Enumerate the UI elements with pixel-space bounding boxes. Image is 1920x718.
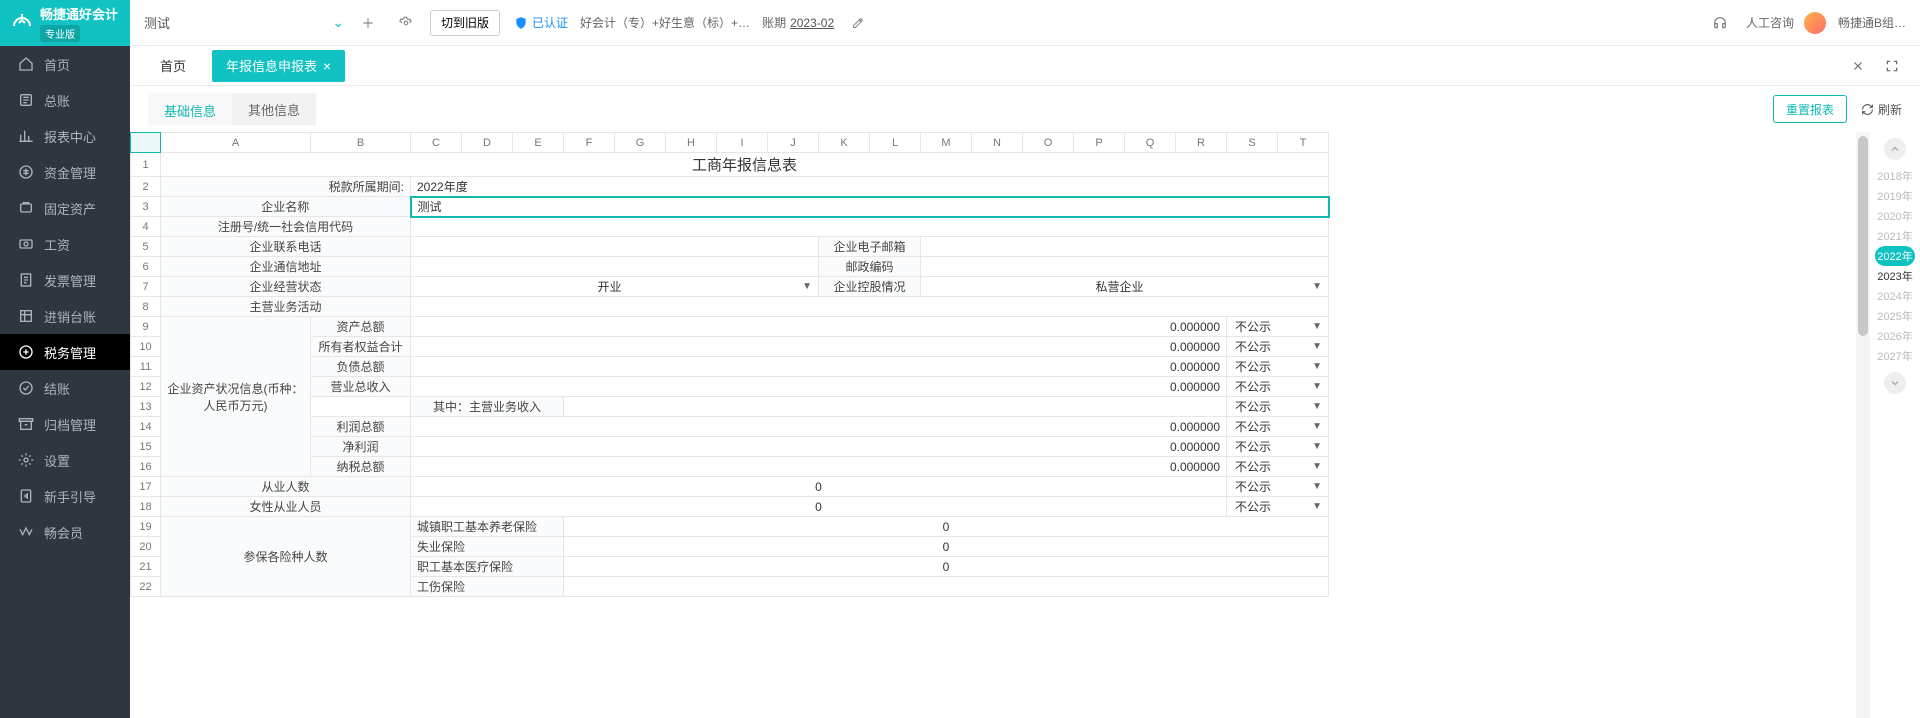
holding-select[interactable]: 私营企业▼ bbox=[921, 277, 1329, 297]
sidebar-item-reports[interactable]: 报表中心 bbox=[0, 118, 130, 154]
refresh-button[interactable]: 刷新 bbox=[1861, 101, 1902, 118]
edit-period-button[interactable] bbox=[844, 9, 872, 37]
sidebar-item-ledger[interactable]: 总账 bbox=[0, 82, 130, 118]
sidebar-item-archive[interactable]: 归档管理 bbox=[0, 406, 130, 442]
sidebar-item-stock[interactable]: 进销台账 bbox=[0, 298, 130, 334]
topbar: 测试 ⌄ 切到旧版 已认证 好会计（专）+好生意（标）+… 账期 2023-02… bbox=[130, 0, 1920, 46]
guide-icon bbox=[18, 488, 34, 504]
tabstrip: 首页 年报信息申报表 × bbox=[130, 46, 1920, 86]
year-2022年[interactable]: 2022年 bbox=[1875, 246, 1915, 266]
reset-report-button[interactable]: 重置报表 bbox=[1773, 95, 1847, 123]
scrollbar-thumb[interactable] bbox=[1858, 136, 1868, 336]
stock-icon bbox=[18, 308, 34, 324]
year-2020年[interactable]: 2020年 bbox=[1875, 206, 1915, 226]
sidebar-item-funds[interactable]: 资金管理 bbox=[0, 154, 130, 190]
sidebar-item-vip[interactable]: 畅会员 bbox=[0, 514, 130, 550]
tax-icon bbox=[18, 344, 34, 360]
year-up-button[interactable] bbox=[1884, 138, 1906, 160]
company-name: 测试 bbox=[144, 13, 170, 32]
sidebar-item-tax[interactable]: 税务管理 bbox=[0, 334, 130, 370]
insurance-section-header: 参保各险种人数 bbox=[161, 517, 411, 597]
sidebar-item-guide[interactable]: 新手引导 bbox=[0, 478, 130, 514]
close-icon bbox=[18, 380, 34, 396]
avatar[interactable] bbox=[1804, 12, 1826, 34]
chevron-down-icon: ⌄ bbox=[332, 14, 344, 31]
headset-icon[interactable] bbox=[1706, 9, 1734, 37]
year-2025年[interactable]: 2025年 bbox=[1875, 306, 1915, 326]
period-label: 账期 bbox=[762, 14, 786, 31]
spreadsheet[interactable]: ABCDEFGHIJKLMNOPQRST1工商年报信息表2税款所属期间:2022… bbox=[130, 132, 1870, 718]
home-icon bbox=[18, 56, 34, 72]
disclose-3[interactable]: 不公示▼ bbox=[1227, 377, 1329, 397]
status-select[interactable]: 开业▼ bbox=[411, 277, 819, 297]
subtab-other[interactable]: 其他信息 bbox=[232, 93, 316, 125]
brand-name: 畅捷通好会计 bbox=[40, 4, 118, 23]
disclose-sub[interactable]: 不公示▼ bbox=[1227, 397, 1329, 417]
disclose-6[interactable]: 不公示▼ bbox=[1227, 457, 1329, 477]
year-2019年[interactable]: 2019年 bbox=[1875, 186, 1915, 206]
salary-icon bbox=[18, 236, 34, 252]
year-2018年[interactable]: 2018年 bbox=[1875, 166, 1915, 186]
disclose-4[interactable]: 不公示▼ bbox=[1227, 417, 1329, 437]
disclose-5[interactable]: 不公示▼ bbox=[1227, 437, 1329, 457]
sidebar-item-salary[interactable]: 工资 bbox=[0, 226, 130, 262]
year-2026年[interactable]: 2026年 bbox=[1875, 326, 1915, 346]
year-2024年[interactable]: 2024年 bbox=[1875, 286, 1915, 306]
company-name-cell[interactable]: 测试 bbox=[411, 197, 1329, 217]
plan-text: 好会计（专）+好生意（标）+… bbox=[580, 14, 750, 31]
year-2023年[interactable]: 2023年 bbox=[1875, 266, 1915, 286]
archive-icon bbox=[18, 416, 34, 432]
fullscreen-button[interactable] bbox=[1878, 52, 1906, 80]
sidebar-item-assets[interactable]: 固定资产 bbox=[0, 190, 130, 226]
funds-icon bbox=[18, 164, 34, 180]
company-selector[interactable]: 测试 ⌄ bbox=[144, 13, 344, 32]
tab-annual-report[interactable]: 年报信息申报表 × bbox=[212, 50, 345, 82]
ledger-icon bbox=[18, 92, 34, 108]
switch-old-button[interactable]: 切到旧版 bbox=[430, 10, 500, 36]
settings-icon bbox=[18, 452, 34, 468]
disclose-0[interactable]: 不公示▼ bbox=[1227, 317, 1329, 337]
action-row: 基础信息 其他信息 重置报表 刷新 bbox=[130, 86, 1920, 132]
disclose-emp[interactable]: 不公示▼ bbox=[1227, 477, 1329, 497]
assets-icon bbox=[18, 200, 34, 216]
brand-logo-icon bbox=[10, 11, 34, 35]
brand-sub: 专业版 bbox=[40, 25, 80, 42]
sidebar-item-invoice[interactable]: 发票管理 bbox=[0, 262, 130, 298]
year-down-button[interactable] bbox=[1884, 372, 1906, 394]
year-2027年[interactable]: 2027年 bbox=[1875, 346, 1915, 366]
shield-icon bbox=[514, 16, 528, 30]
disclose-1[interactable]: 不公示▼ bbox=[1227, 337, 1329, 357]
period-value[interactable]: 2023-02 bbox=[790, 16, 834, 30]
vip-icon bbox=[18, 524, 34, 540]
sidebar-item-home[interactable]: 首页 bbox=[0, 46, 130, 82]
sidebar: 畅捷通好会计 专业版 首页总账报表中心资金管理固定资产工资发票管理进销台账税务管… bbox=[0, 0, 130, 718]
close-icon[interactable]: × bbox=[323, 58, 331, 74]
settings-icon-button[interactable] bbox=[392, 9, 420, 37]
sidebar-item-close[interactable]: 结账 bbox=[0, 370, 130, 406]
tab-home[interactable]: 首页 bbox=[144, 56, 202, 75]
verified-badge: 已认证 bbox=[514, 14, 568, 31]
sidebar-item-settings[interactable]: 设置 bbox=[0, 442, 130, 478]
invoice-icon bbox=[18, 272, 34, 288]
user-name[interactable]: 畅捷通B组… bbox=[1838, 14, 1906, 31]
brand: 畅捷通好会计 专业版 bbox=[0, 0, 130, 46]
disclose-fem[interactable]: 不公示▼ bbox=[1227, 497, 1329, 517]
subtab-basic[interactable]: 基础信息 bbox=[148, 93, 232, 125]
year-panel: 2018年2019年2020年2021年2022年2023年2024年2025年… bbox=[1870, 132, 1920, 718]
reports-icon bbox=[18, 128, 34, 144]
scrollbar-vertical[interactable] bbox=[1856, 132, 1870, 718]
add-button[interactable] bbox=[354, 9, 382, 37]
support-link[interactable]: 人工咨询 bbox=[1746, 14, 1794, 31]
year-2021年[interactable]: 2021年 bbox=[1875, 226, 1915, 246]
close-all-button[interactable] bbox=[1844, 52, 1872, 80]
disclose-2[interactable]: 不公示▼ bbox=[1227, 357, 1329, 377]
asset-section-header: 企业资产状况信息(币种：人民币万元) bbox=[161, 317, 311, 477]
